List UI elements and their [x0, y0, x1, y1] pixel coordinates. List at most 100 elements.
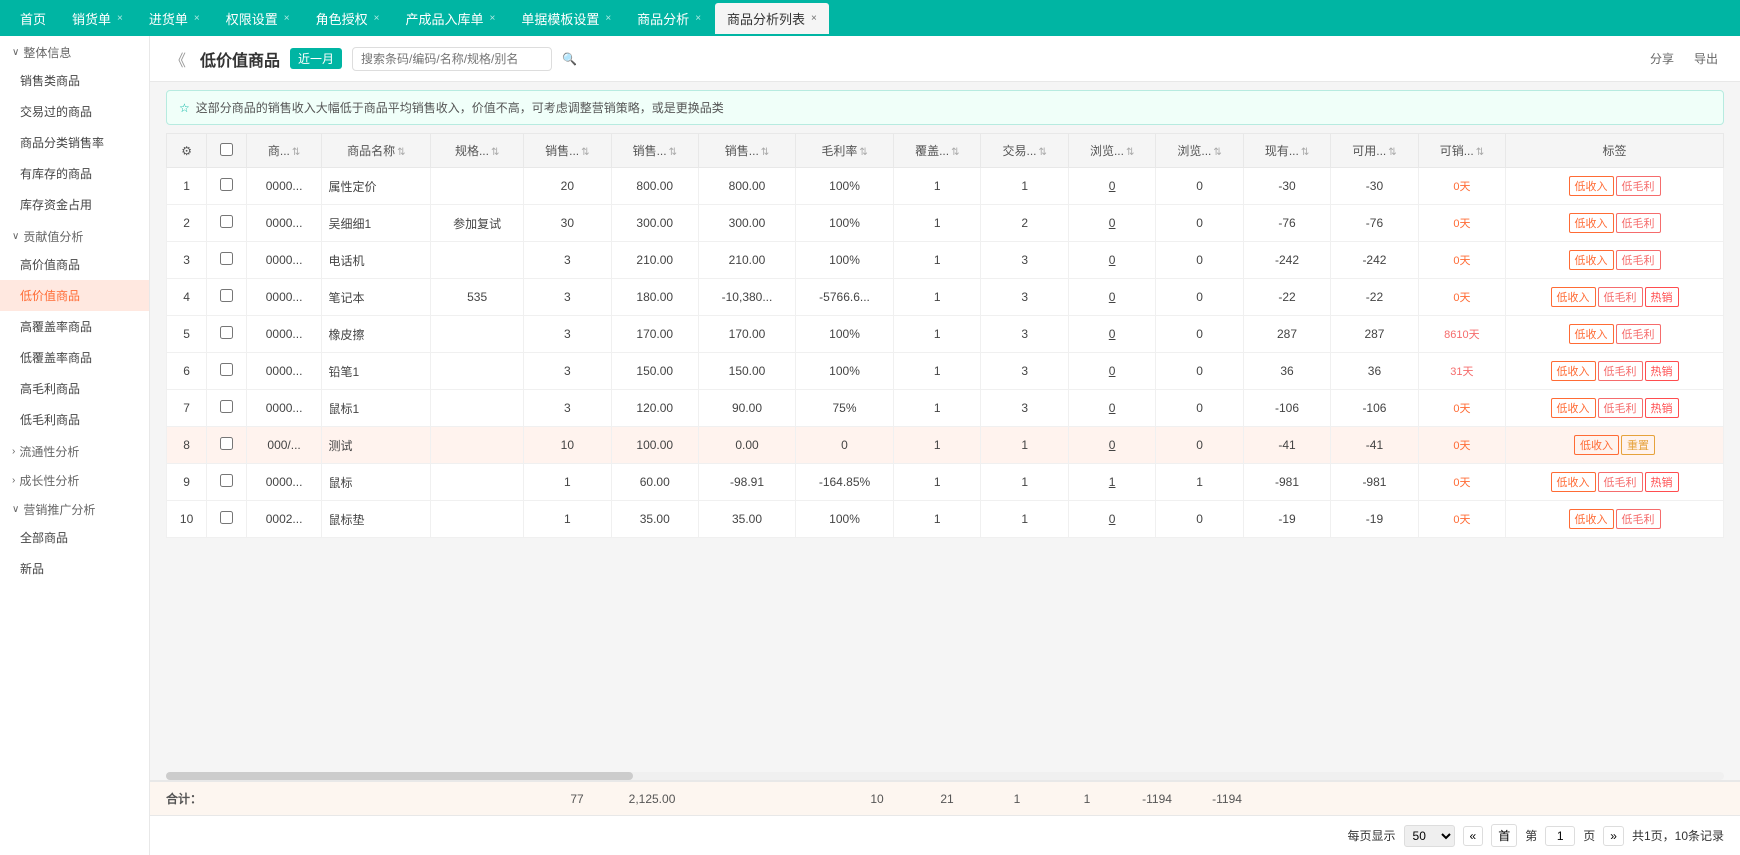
prev-page-button[interactable]: «: [1463, 826, 1484, 846]
row-checkbox[interactable]: [220, 289, 233, 302]
col-cover[interactable]: 覆盖...⇅: [894, 134, 981, 168]
col-stock[interactable]: 现有...⇅: [1243, 134, 1330, 168]
sidebar-item-all-products[interactable]: 全部商品: [0, 522, 149, 553]
browse-link[interactable]: 0: [1109, 401, 1116, 415]
sidebar-item-traded-products[interactable]: 交易过的商品: [0, 96, 149, 127]
export-button[interactable]: 导出: [1688, 46, 1724, 71]
cell-browse1[interactable]: 0: [1068, 501, 1155, 538]
sidebar-item-low-value[interactable]: 低价值商品: [0, 280, 149, 311]
sidebar-item-low-profit[interactable]: 低毛利商品: [0, 404, 149, 435]
col-browse2[interactable]: 浏览...⇅: [1156, 134, 1243, 168]
row-checkbox[interactable]: [220, 437, 233, 450]
col-trade[interactable]: 交易...⇅: [981, 134, 1068, 168]
sidebar-item-high-coverage[interactable]: 高覆盖率商品: [0, 311, 149, 342]
sidebar-group-contribution[interactable]: ∨ 贡献值分析: [0, 220, 149, 249]
close-icon[interactable]: ×: [194, 13, 200, 24]
sidebar-item-sales-products[interactable]: 销售类商品: [0, 65, 149, 96]
cell-browse1[interactable]: 1: [1068, 464, 1155, 501]
sidebar-group-marketing[interactable]: ∨ 营销推广分析: [0, 493, 149, 522]
cell-checkbox[interactable]: [207, 242, 247, 279]
sidebar-item-low-coverage[interactable]: 低覆盖率商品: [0, 342, 149, 373]
col-sale1[interactable]: 销售...⇅: [611, 134, 698, 168]
cell-browse1[interactable]: 0: [1068, 242, 1155, 279]
cell-browse1[interactable]: 0: [1068, 279, 1155, 316]
row-checkbox[interactable]: [220, 511, 233, 524]
horizontal-scrollbar[interactable]: [166, 772, 1724, 780]
row-checkbox[interactable]: [220, 252, 233, 265]
cell-browse1[interactable]: 0: [1068, 390, 1155, 427]
cell-checkbox[interactable]: [207, 205, 247, 242]
col-spec[interactable]: 规格...⇅: [431, 134, 524, 168]
next-page-button[interactable]: »: [1603, 826, 1624, 846]
sidebar-item-category-rate[interactable]: 商品分类销售率: [0, 127, 149, 158]
close-icon[interactable]: ×: [811, 13, 817, 24]
nav-home[interactable]: 首页: [8, 3, 58, 34]
sidebar-item-high-value[interactable]: 高价值商品: [0, 249, 149, 280]
sidebar-item-stock-capital[interactable]: 库存资金占用: [0, 189, 149, 220]
cell-checkbox[interactable]: [207, 168, 247, 205]
sidebar-group-liquidity[interactable]: › 流通性分析: [0, 435, 149, 464]
cell-browse1[interactable]: 0: [1068, 316, 1155, 353]
row-checkbox[interactable]: [220, 400, 233, 413]
cell-checkbox[interactable]: [207, 464, 247, 501]
col-sale2[interactable]: 销售...⇅: [698, 134, 795, 168]
page-size-select[interactable]: 50 100: [1404, 825, 1455, 847]
cell-browse1[interactable]: 0: [1068, 168, 1155, 205]
row-checkbox[interactable]: [220, 178, 233, 191]
nav-purchase[interactable]: 进货单 ×: [137, 3, 212, 34]
nav-permissions[interactable]: 权限设置 ×: [214, 3, 302, 34]
col-avail[interactable]: 可用...⇅: [1331, 134, 1418, 168]
sidebar-item-stock-products[interactable]: 有库存的商品: [0, 158, 149, 189]
close-icon[interactable]: ×: [605, 13, 611, 24]
cell-checkbox[interactable]: [207, 353, 247, 390]
browse-link[interactable]: 0: [1109, 364, 1116, 378]
sidebar-item-new-products[interactable]: 新品: [0, 553, 149, 584]
browse-link[interactable]: 0: [1109, 253, 1116, 267]
page-number-input[interactable]: [1545, 826, 1575, 846]
cell-browse1[interactable]: 0: [1068, 427, 1155, 464]
browse-link[interactable]: 0: [1109, 216, 1116, 230]
scrollbar-thumb[interactable]: [166, 772, 633, 780]
nav-role-auth[interactable]: 角色授权 ×: [304, 3, 392, 34]
sidebar-item-high-profit[interactable]: 高毛利商品: [0, 373, 149, 404]
cell-checkbox[interactable]: [207, 279, 247, 316]
cell-checkbox[interactable]: [207, 316, 247, 353]
nav-product-analysis-list[interactable]: 商品分析列表 ×: [715, 3, 829, 34]
close-icon[interactable]: ×: [284, 13, 290, 24]
col-code[interactable]: 商...⇅: [246, 134, 322, 168]
row-checkbox[interactable]: [220, 363, 233, 376]
close-icon[interactable]: ×: [374, 13, 380, 24]
browse-link[interactable]: 0: [1109, 327, 1116, 341]
row-checkbox[interactable]: [220, 215, 233, 228]
cell-checkbox[interactable]: [207, 427, 247, 464]
browse-link[interactable]: 0: [1109, 438, 1116, 452]
col-browse1[interactable]: 浏览...⇅: [1068, 134, 1155, 168]
first-page-button[interactable]: 首: [1491, 824, 1517, 847]
col-checkbox[interactable]: [207, 134, 247, 168]
nav-sales[interactable]: 销货单 ×: [60, 3, 135, 34]
close-icon[interactable]: ×: [117, 13, 123, 24]
row-checkbox[interactable]: [220, 326, 233, 339]
nav-product-analysis[interactable]: 商品分析 ×: [625, 3, 713, 34]
cell-browse1[interactable]: 0: [1068, 353, 1155, 390]
cell-browse1[interactable]: 0: [1068, 205, 1155, 242]
col-name[interactable]: 商品名称⇅: [322, 134, 431, 168]
select-all-checkbox[interactable]: [220, 143, 233, 156]
collapse-sidebar-button[interactable]: 《: [166, 47, 190, 71]
nav-product-storage[interactable]: 产成品入库单 ×: [393, 3, 507, 34]
nav-template[interactable]: 单据模板设置 ×: [509, 3, 623, 34]
browse-link[interactable]: 0: [1109, 512, 1116, 526]
col-qty[interactable]: 销售...⇅: [524, 134, 611, 168]
sidebar-group-overall[interactable]: ∨ 整体信息: [0, 36, 149, 65]
search-input[interactable]: [352, 47, 552, 71]
col-tags[interactable]: 标签: [1506, 134, 1724, 168]
col-cansale[interactable]: 可销...⇅: [1418, 134, 1505, 168]
browse-link[interactable]: 0: [1109, 179, 1116, 193]
cell-checkbox[interactable]: [207, 390, 247, 427]
share-button[interactable]: 分享: [1644, 46, 1680, 71]
col-settings[interactable]: ⚙: [167, 134, 207, 168]
close-icon[interactable]: ×: [489, 13, 495, 24]
col-gross[interactable]: 毛利率⇅: [796, 134, 894, 168]
close-icon[interactable]: ×: [695, 13, 701, 24]
sidebar-group-growth[interactable]: › 成长性分析: [0, 464, 149, 493]
